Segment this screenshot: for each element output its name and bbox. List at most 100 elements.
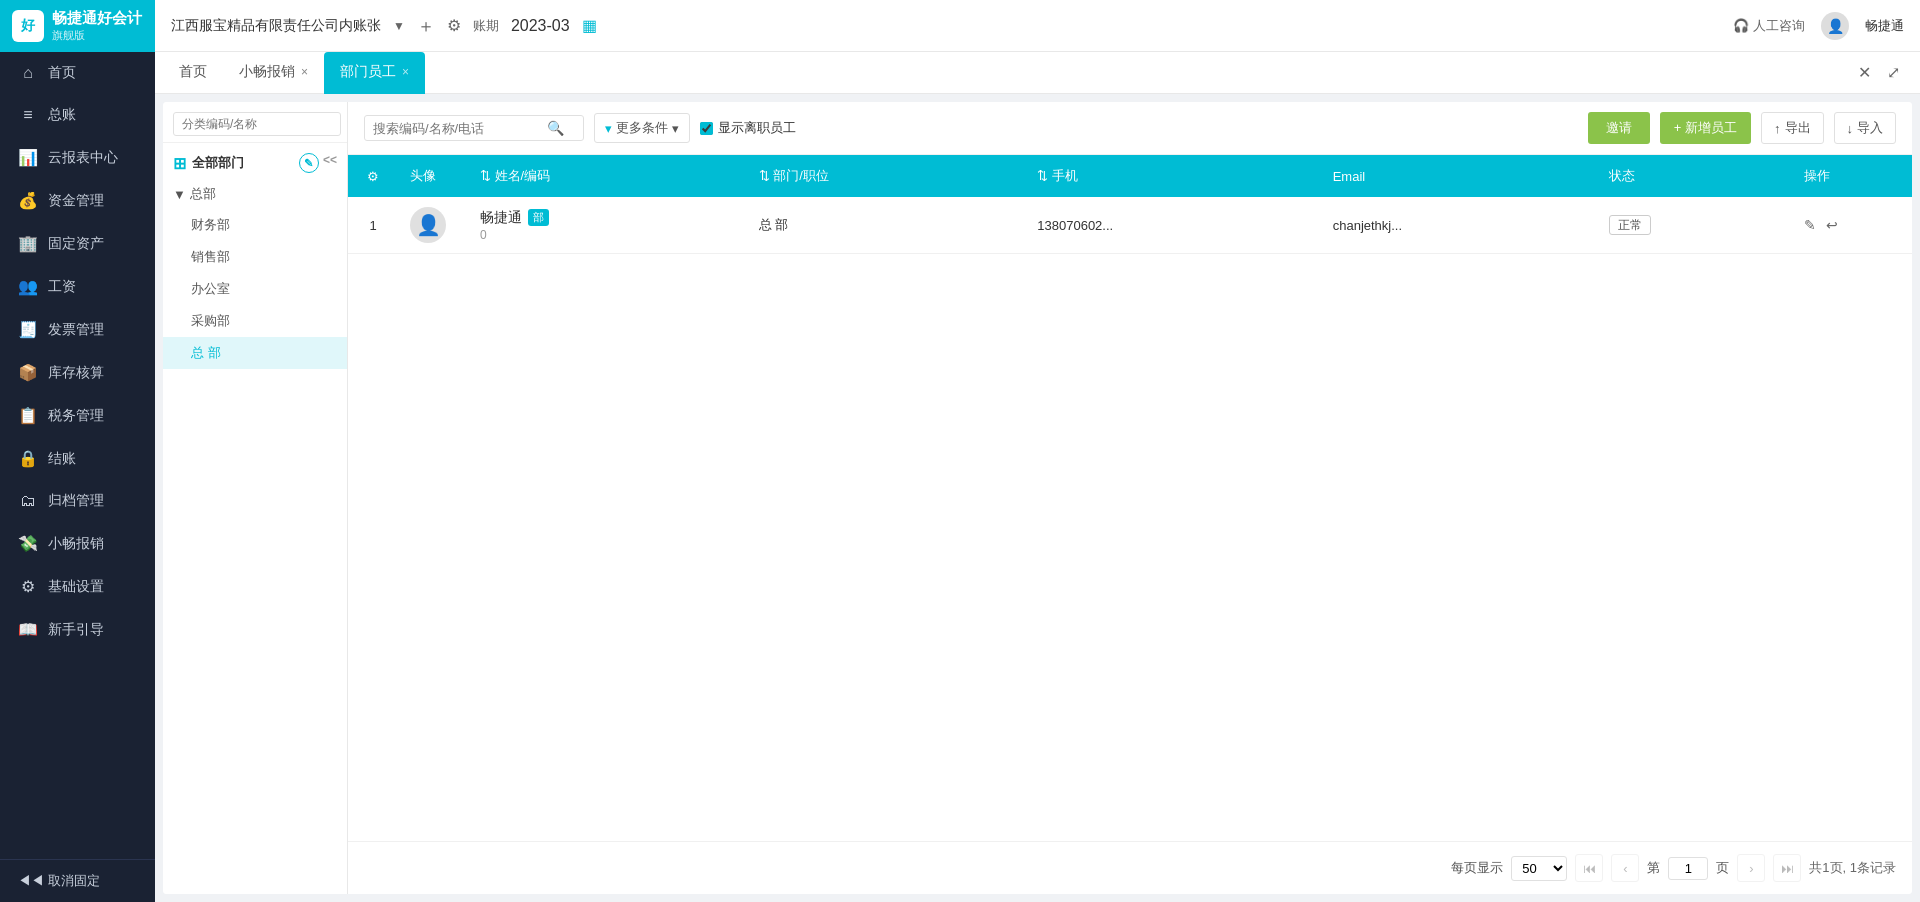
tab-controls: ✕ ⤢: [1854, 59, 1912, 86]
support-button[interactable]: 🎧 人工咨询: [1733, 17, 1805, 35]
sidebar-item-ledger[interactable]: ≡ 总账: [0, 94, 155, 136]
support-label: 人工咨询: [1753, 17, 1805, 35]
dept-item-general[interactable]: 总 部: [163, 337, 347, 369]
dept-item-office[interactable]: 办公室: [163, 273, 347, 305]
dept-item-purchase[interactable]: 采购部: [163, 305, 347, 337]
import-button[interactable]: ↓ 导入: [1834, 112, 1897, 144]
col-settings[interactable]: ⚙: [348, 155, 398, 197]
calendar-icon[interactable]: ▦: [582, 16, 597, 35]
row-dept: 总 部: [747, 197, 1026, 254]
company-name: 江西服宝精品有限责任公司内账张: [171, 17, 381, 35]
sidebar-item-reports[interactable]: 📊 云报表中心: [0, 136, 155, 179]
show-resigned-label: 显示离职员工: [718, 119, 796, 137]
employee-search-input[interactable]: [373, 121, 541, 136]
add-employee-button[interactable]: + 新增员工: [1660, 112, 1751, 144]
reports-icon: 📊: [18, 148, 38, 167]
col-name[interactable]: ⇅ 姓名/编码: [468, 155, 747, 197]
page-number-input[interactable]: [1668, 857, 1708, 880]
topbar-settings-icon[interactable]: ⚙: [447, 16, 461, 35]
tax-icon: 📋: [18, 406, 38, 425]
dept-item-finance[interactable]: 财务部: [163, 209, 347, 241]
employee-dept-badge: 部: [528, 209, 549, 226]
export-icon: ↑: [1774, 121, 1781, 136]
topbar: 江西服宝精品有限责任公司内账张 ▼ ＋ ⚙ 账期 2023-03 ▦ 🎧 人工咨…: [155, 0, 1920, 52]
col-name-sort-icon: ⇅: [480, 168, 491, 183]
employee-search-icon[interactable]: 🔍: [547, 120, 564, 136]
action-icons: ✎ ↩: [1804, 217, 1900, 233]
sidebar-item-payroll[interactable]: 👥 工资: [0, 265, 155, 308]
sidebar-item-tax[interactable]: 📋 税务管理: [0, 394, 155, 437]
tab-close-window-icon[interactable]: ✕: [1854, 59, 1875, 86]
tab-expand-icon[interactable]: ⤢: [1883, 59, 1904, 86]
sidebar-item-label: 发票管理: [48, 321, 104, 339]
page-total-label: 共1页, 1条记录: [1809, 859, 1896, 877]
pagination: 每页显示 50 20 100 ⏮ ‹ 第 页 › ⏭ 共1页, 1条记录: [348, 841, 1912, 894]
edit-icon[interactable]: ✎: [1804, 217, 1816, 233]
closing-icon: 🔒: [18, 449, 38, 468]
headset-icon: 🎧: [1733, 18, 1749, 33]
invoice-icon: 🧾: [18, 320, 38, 339]
page-prefix-label: 第: [1647, 859, 1660, 877]
row-actions: ✎ ↩: [1792, 197, 1912, 254]
tab-home[interactable]: 首页: [163, 52, 223, 94]
sidebar-item-label: 结账: [48, 450, 76, 468]
company-dropdown-icon[interactable]: ▼: [393, 19, 405, 33]
sidebar-item-invoice[interactable]: 🧾 发票管理: [0, 308, 155, 351]
table-row: 1 👤 畅捷通 部 0 总 部: [348, 197, 1912, 254]
next-page-button[interactable]: ›: [1737, 854, 1765, 882]
right-panel: 🔍 ▾ 更多条件 ▾ 显示离职员工 邀请 + 新增员工 ↑ 导出: [348, 102, 1912, 894]
sidebar-item-label: 归档管理: [48, 492, 104, 510]
sidebar-item-inventory[interactable]: 📦 库存核算: [0, 351, 155, 394]
col-dept[interactable]: ⇅ 部门/职位: [747, 155, 1026, 197]
export-button[interactable]: ↑ 导出: [1761, 112, 1824, 144]
sidebar-item-fixed-assets[interactable]: 🏢 固定资产: [0, 222, 155, 265]
sidebar-item-closing[interactable]: 🔒 结账: [0, 437, 155, 480]
col-action: 操作: [1792, 155, 1912, 197]
dept-search-input[interactable]: [173, 112, 341, 136]
all-dept-label[interactable]: 全部部门: [192, 154, 244, 172]
payroll-icon: 👥: [18, 277, 38, 296]
cancel-fixed-button[interactable]: ◀◀ 取消固定: [0, 859, 155, 902]
row-index: 1: [348, 197, 398, 254]
dept-collapse-btn[interactable]: <<: [323, 153, 337, 173]
sidebar-item-expense[interactable]: 💸 小畅报销: [0, 522, 155, 565]
tab-expense-close-icon[interactable]: ×: [301, 65, 308, 79]
show-resigned-checkbox-label: 显示离职员工: [700, 119, 796, 137]
period-value[interactable]: 2023-03: [511, 17, 570, 35]
tab-expense[interactable]: 小畅报销 ×: [223, 52, 324, 94]
dept-add-edit-icon[interactable]: ✎: [299, 153, 319, 173]
sidebar-item-guide[interactable]: 📖 新手引导: [0, 608, 155, 651]
add-account-button[interactable]: ＋: [417, 14, 435, 38]
prev-page-button[interactable]: ‹: [1611, 854, 1639, 882]
show-resigned-checkbox[interactable]: [700, 122, 713, 135]
dept-group-head[interactable]: ▼ 总部: [163, 179, 347, 209]
row-phone: 138070602...: [1025, 197, 1320, 254]
dept-header: ⊞ 全部部门 ✎ <<: [163, 143, 347, 179]
tab-bar: 首页 小畅报销 × 部门员工 × ✕ ⤢: [155, 52, 1920, 94]
dept-item-sales[interactable]: 销售部: [163, 241, 347, 273]
col-dept-sort-icon: ⇅: [759, 168, 770, 183]
dept-header-actions: ✎ <<: [299, 153, 337, 173]
employee-table: ⚙ 头像 ⇅ 姓名/编码 ⇅ 部门/职位 ⇅: [348, 155, 1912, 254]
tab-department[interactable]: 部门员工 ×: [324, 52, 425, 94]
username-label[interactable]: 畅捷通: [1865, 17, 1904, 35]
sidebar-item-funds[interactable]: 💰 资金管理: [0, 179, 155, 222]
col-phone[interactable]: ⇅ 手机: [1025, 155, 1320, 197]
invite-button[interactable]: 邀请: [1588, 112, 1650, 144]
dept-arrow-icon: ▼: [173, 187, 186, 202]
per-page-select[interactable]: 50 20 100: [1511, 856, 1567, 881]
sidebar-item-home[interactable]: ⌂ 首页: [0, 52, 155, 94]
first-page-button[interactable]: ⏮: [1575, 854, 1603, 882]
last-page-button[interactable]: ⏭: [1773, 854, 1801, 882]
filter-icon: ▾: [605, 121, 612, 136]
filter-button[interactable]: ▾ 更多条件 ▾: [594, 113, 690, 143]
signout-icon[interactable]: ↩: [1826, 217, 1838, 233]
topbar-right: 🎧 人工咨询 👤 畅捷通: [1733, 12, 1904, 40]
tab-department-close-icon[interactable]: ×: [402, 65, 409, 79]
table-header: ⚙ 头像 ⇅ 姓名/编码 ⇅ 部门/职位 ⇅: [348, 155, 1912, 197]
sidebar-item-archive[interactable]: 🗂 归档管理: [0, 480, 155, 522]
employee-table-container: ⚙ 头像 ⇅ 姓名/编码 ⇅ 部门/职位 ⇅: [348, 155, 1912, 841]
sidebar-item-label: 固定资产: [48, 235, 104, 253]
sidebar-item-label: 税务管理: [48, 407, 104, 425]
sidebar-item-settings[interactable]: ⚙ 基础设置: [0, 565, 155, 608]
